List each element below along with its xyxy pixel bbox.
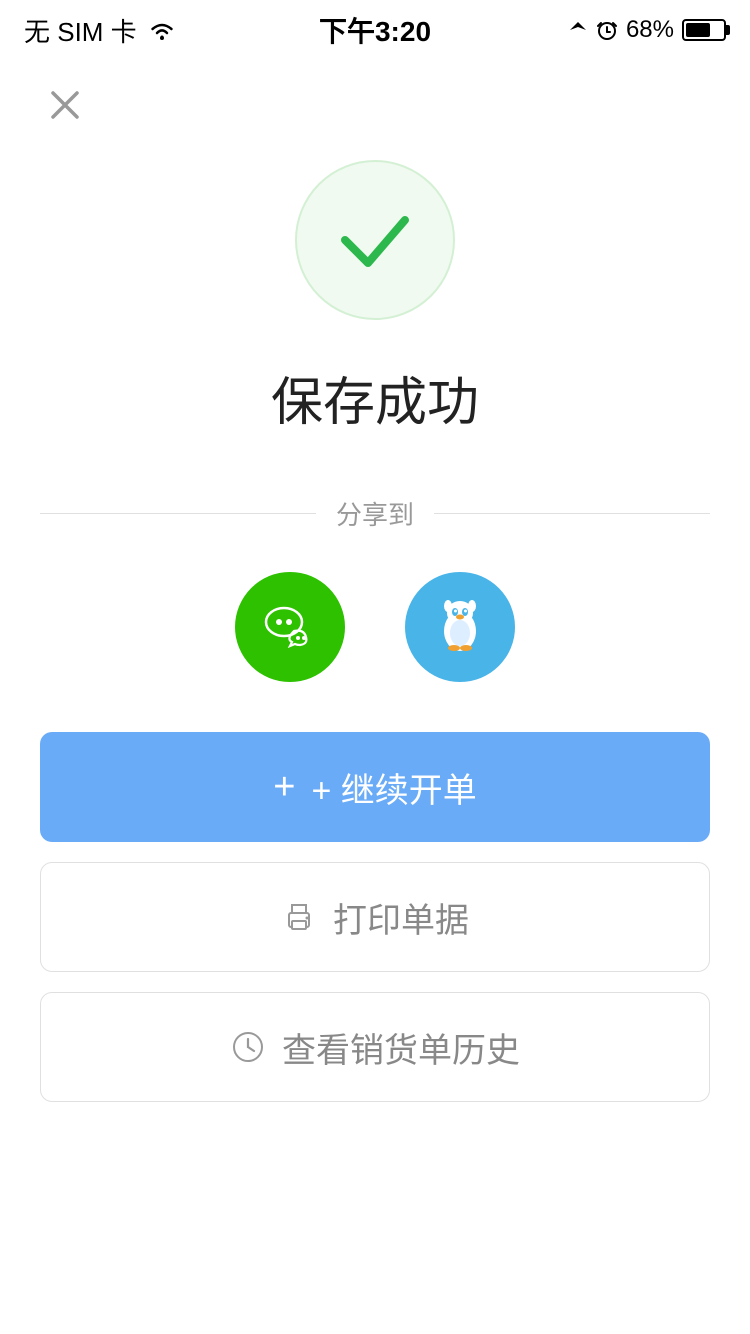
wifi-icon: [147, 19, 177, 41]
wechat-share-button[interactable]: [235, 572, 345, 682]
continue-label: + 继续开单: [311, 763, 476, 812]
share-section: 分享到: [40, 495, 710, 682]
share-icons: [40, 572, 710, 682]
checkmark-icon: [330, 195, 420, 285]
share-divider: 分享到: [40, 495, 710, 532]
success-title: 保存成功: [271, 360, 479, 435]
location-icon: [568, 20, 588, 40]
continue-button[interactable]: + + 继续开单: [40, 732, 710, 842]
main-content: 保存成功 分享到: [0, 60, 750, 1334]
status-right: 68%: [568, 16, 726, 44]
no-sim-text: 无 SIM 卡: [24, 12, 137, 49]
time-display: 下午3:20: [319, 10, 431, 50]
continue-icon: +: [273, 766, 295, 809]
battery-indicator: [682, 19, 726, 41]
print-label: 打印单据: [333, 893, 469, 942]
battery-percent: 68%: [626, 16, 674, 44]
close-button[interactable]: [40, 80, 90, 130]
history-label: 查看销货单历史: [282, 1023, 520, 1072]
printer-icon: [281, 899, 317, 935]
success-icon: [295, 160, 455, 320]
action-buttons: + + 继续开单 打印单据 查看销货单历史: [40, 732, 710, 1102]
qq-share-button[interactable]: [405, 572, 515, 682]
clock-icon: [230, 1029, 266, 1065]
status-left: 无 SIM 卡: [24, 12, 177, 49]
history-button[interactable]: 查看销货单历史: [40, 992, 710, 1102]
wechat-icon: [258, 595, 322, 659]
status-bar: 无 SIM 卡 下午3:20 68%: [0, 0, 750, 60]
share-label: 分享到: [336, 495, 414, 532]
qq-icon: [428, 595, 492, 659]
alarm-icon: [596, 19, 618, 41]
print-button[interactable]: 打印单据: [40, 862, 710, 972]
